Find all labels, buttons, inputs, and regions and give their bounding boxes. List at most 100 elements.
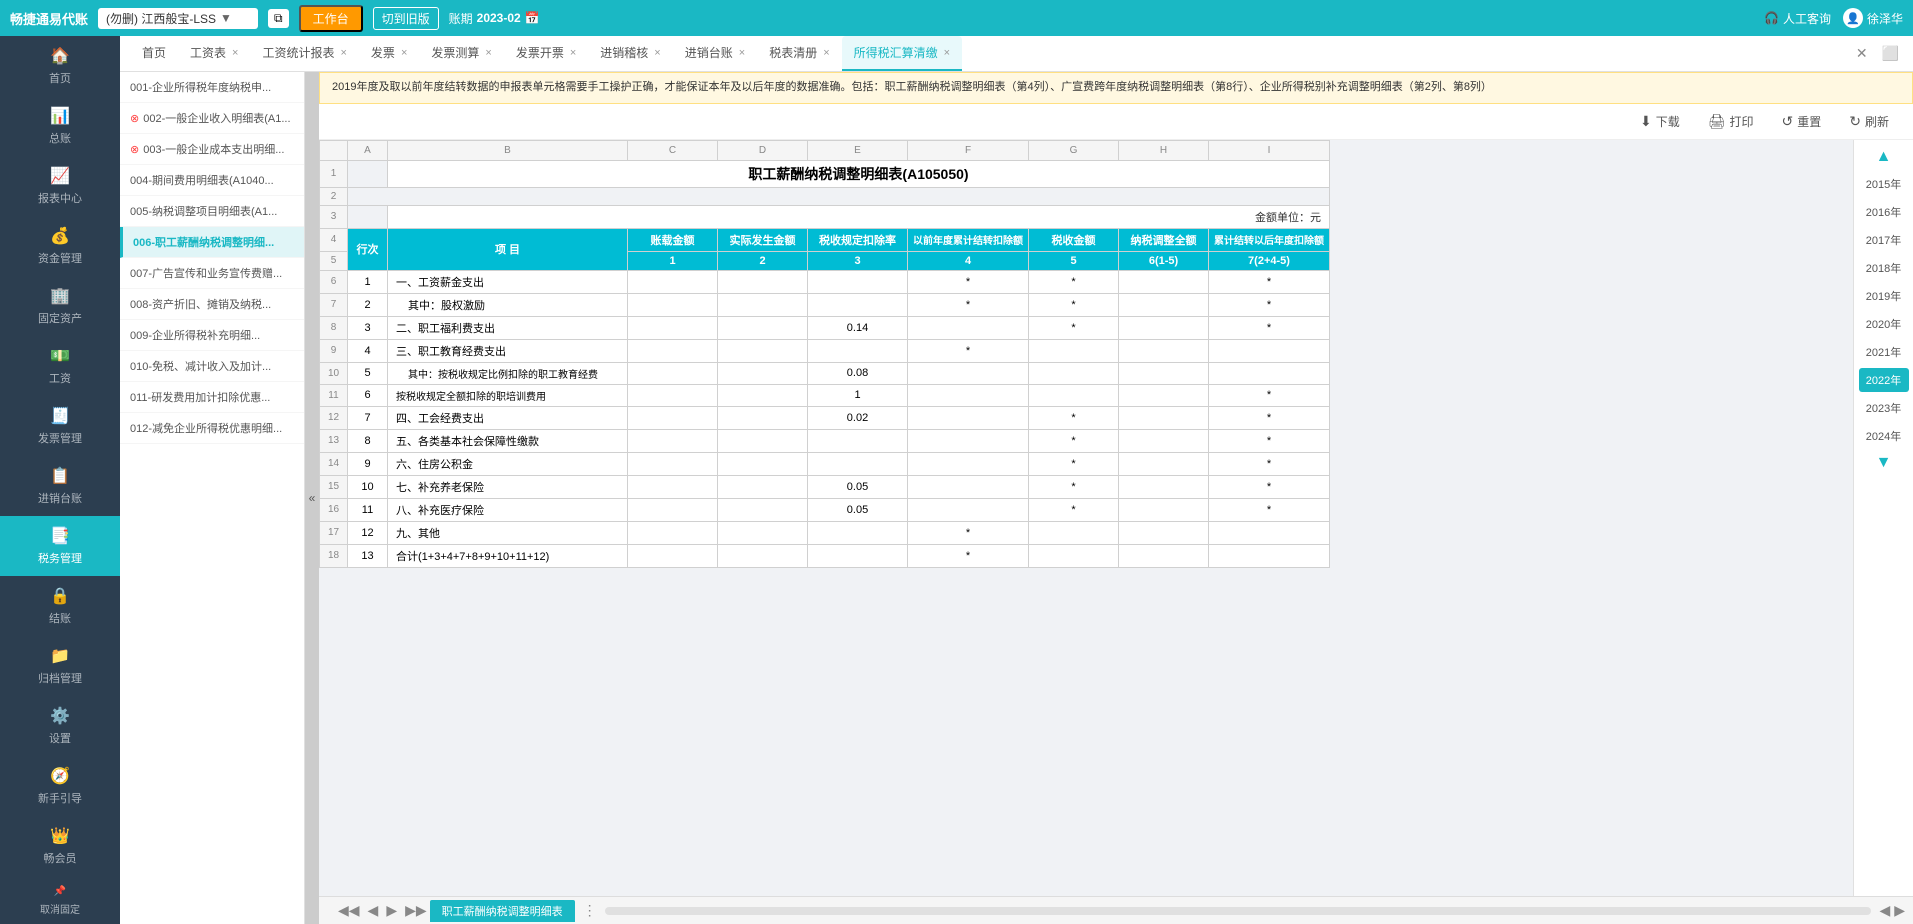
sheet-data-row-9: 9 4 三、职工教育经费支出 * (320, 339, 1330, 362)
year-2020[interactable]: 2020年 (1859, 312, 1909, 336)
tab-close-invoice-calc[interactable]: × (485, 47, 491, 59)
guide-icon: 🧭 (50, 766, 70, 786)
tab-invoice[interactable]: 发票 × (359, 36, 419, 71)
year-nav-up[interactable]: ▲ (1872, 144, 1896, 170)
year-2024[interactable]: 2024年 (1859, 424, 1909, 448)
nav-next[interactable]: ▶ (383, 902, 400, 919)
header-col3: 税收规定扣除率 (808, 228, 908, 251)
collapse-panel-button[interactable]: « (305, 72, 319, 924)
sidebar-item-archive[interactable]: 📁 归档管理 (0, 636, 120, 696)
col-header-rownum (320, 140, 348, 160)
left-panel: 001-企业所得税年度纳税申... ⊗ 002-一般企业收入明细表(A1... … (120, 72, 305, 924)
sidebar-item-tax-mgmt[interactable]: 📑 税务管理 (0, 516, 120, 576)
tab-tax-table[interactable]: 税表清册 × (757, 36, 841, 71)
tab-invoice-calc[interactable]: 发票测算 × (419, 36, 503, 71)
sidebar-item-label: 发票管理 (38, 430, 82, 446)
reset-button[interactable]: ↺ 重置 (1774, 110, 1830, 133)
left-panel-item-012[interactable]: 012-减免企业所得税优惠明细... (120, 413, 304, 444)
left-panel-item-006[interactable]: 006-职工薪酬纳税调整明细... (120, 227, 304, 258)
tab-close-salary-report[interactable]: × (340, 47, 346, 59)
col-header-A: A (348, 140, 388, 160)
sidebar-item-closing[interactable]: 🔒 结账 (0, 576, 120, 636)
tab-sales-ledger[interactable]: 进销台账 × (673, 36, 757, 71)
left-panel-item-009[interactable]: 009-企业所得税补充明细... (120, 320, 304, 351)
company-dropdown-icon: ▼ (220, 11, 232, 25)
tab-close-sales-ledger[interactable]: × (739, 47, 745, 59)
warning-banner: 2019年度及取以前年度结转数据的申报表单元格需要手工操护正确，才能保证本年及以… (319, 72, 1913, 104)
subheader-7: 7(2+4-5) (1209, 251, 1330, 270)
bottom-sheet-tab[interactable]: 职工薪酬纳税调整明细表 (430, 900, 575, 922)
tab-close-income-tax[interactable]: × (944, 47, 950, 59)
sidebar-item-fixed-assets[interactable]: 🏢 固定资产 (0, 276, 120, 336)
left-panel-item-001[interactable]: 001-企业所得税年度纳税申... (120, 72, 304, 103)
left-panel-item-003[interactable]: ⊗ 003-一般企业成本支出明细... (120, 134, 304, 165)
tab-invoice-open[interactable]: 发票开票 × (504, 36, 588, 71)
bottom-scrollbar[interactable] (605, 907, 1872, 915)
tab-close-salary[interactable]: × (232, 47, 238, 59)
refresh-button[interactable]: ↻ 刷新 (1841, 110, 1897, 133)
scroll-left-icon[interactable]: ◀ (1879, 902, 1890, 919)
tab-bar-actions: ✕ ⬜ (1852, 43, 1903, 64)
sidebar-item-home[interactable]: 🏠 首页 (0, 36, 120, 96)
print-button[interactable]: 🖨 打印 (1700, 110, 1762, 133)
sidebar-item-salary[interactable]: 💵 工资 (0, 336, 120, 396)
year-2015[interactable]: 2015年 (1859, 172, 1909, 196)
reset-icon: ↺ (1782, 113, 1794, 130)
nav-first[interactable]: ◀◀ (335, 902, 363, 919)
tab-home[interactable]: 首页 (130, 36, 178, 71)
period-display: 账期 2023-02 📅 (449, 10, 540, 27)
tab-close-tax-table[interactable]: × (823, 47, 829, 59)
nav-last[interactable]: ▶▶ (402, 902, 430, 919)
tab-close-verify[interactable]: × (654, 47, 660, 59)
cutover-button[interactable]: 切到旧版 (373, 7, 439, 30)
tab-salary-table[interactable]: 工资表 × (178, 36, 250, 71)
sidebar-item-assets-mgmt[interactable]: 💰 资金管理 (0, 216, 120, 276)
left-panel-item-004[interactable]: 004-期间费用明细表(A1040... (120, 165, 304, 196)
tab-maximize[interactable]: ⬜ (1878, 43, 1903, 64)
year-nav-down[interactable]: ▼ (1872, 450, 1896, 476)
download-button[interactable]: ⬇ 下载 (1632, 110, 1688, 133)
spreadsheet-main[interactable]: A B C D E F G H I (319, 140, 1853, 896)
salary-icon: 💵 (50, 346, 70, 366)
unpin-button[interactable]: 📌 取消固定 (0, 876, 120, 924)
company-selector[interactable]: (勿删) 江西般宝-LSS ▼ (98, 8, 258, 29)
support-button[interactable]: 🎧 人工客询 (1764, 10, 1831, 27)
header-col1: 账载金额 (628, 228, 718, 251)
calendar-icon[interactable]: 📅 (525, 11, 540, 25)
sidebar-item-label: 畅会员 (44, 850, 77, 866)
copy-icon[interactable]: ⧉ (268, 9, 289, 28)
tab-income-tax[interactable]: 所得税汇算清缴 × (842, 36, 962, 71)
nav-prev[interactable]: ◀ (365, 902, 382, 919)
sidebar-item-ledger[interactable]: 📊 总账 (0, 96, 120, 156)
tab-close-invoice-open[interactable]: × (570, 47, 576, 59)
tab-close-all[interactable]: ✕ (1852, 43, 1872, 64)
sidebar-item-member[interactable]: 👑 畅会员 (0, 816, 120, 876)
tab-salary-report[interactable]: 工资统计报表 × (250, 36, 358, 71)
year-2023[interactable]: 2023年 (1859, 396, 1909, 420)
company-name: (勿删) 江西般宝-LSS (106, 10, 216, 27)
tab-verify[interactable]: 进销稽核 × (588, 36, 672, 71)
year-2021[interactable]: 2021年 (1859, 340, 1909, 364)
sidebar-item-settings[interactable]: ⚙️ 设置 (0, 696, 120, 756)
scroll-right-icon[interactable]: ▶ (1894, 902, 1905, 919)
user-menu[interactable]: 👤 徐泽华 (1843, 8, 1903, 28)
left-panel-item-007[interactable]: 007-广告宣传和业务宣传费赠... (120, 258, 304, 289)
sheet-header-row-4: 4 行次 项 目 账载金额 实际发生金额 税收规定扣除率 以前年度累计结转扣除额… (320, 228, 1330, 251)
left-panel-item-008[interactable]: 008-资产折旧、摊销及纳税... (120, 289, 304, 320)
year-2018[interactable]: 2018年 (1859, 256, 1909, 280)
sidebar-item-sales-ledger[interactable]: 📋 进销台账 (0, 456, 120, 516)
sidebar-item-invoice-mgmt[interactable]: 🧾 发票管理 (0, 396, 120, 456)
left-panel-item-011[interactable]: 011-研发费用加计扣除优惠... (120, 382, 304, 413)
workbench-button[interactable]: 工作台 (299, 5, 363, 32)
left-panel-item-005[interactable]: 005-纳税调整项目明细表(A1... (120, 196, 304, 227)
year-2019[interactable]: 2019年 (1859, 284, 1909, 308)
left-panel-item-002[interactable]: ⊗ 002-一般企业收入明细表(A1... (120, 103, 304, 134)
year-2016[interactable]: 2016年 (1859, 200, 1909, 224)
left-panel-item-010[interactable]: 010-免税、减计收入及加计... (120, 351, 304, 382)
sidebar-item-report[interactable]: 📈 报表中心 (0, 156, 120, 216)
tab-close-invoice[interactable]: × (401, 47, 407, 59)
sheet-menu-icon[interactable]: ⋮ (583, 902, 597, 919)
year-2022[interactable]: 2022年 (1859, 368, 1909, 392)
year-2017[interactable]: 2017年 (1859, 228, 1909, 252)
sidebar-item-guide[interactable]: 🧭 新手引导 (0, 756, 120, 816)
